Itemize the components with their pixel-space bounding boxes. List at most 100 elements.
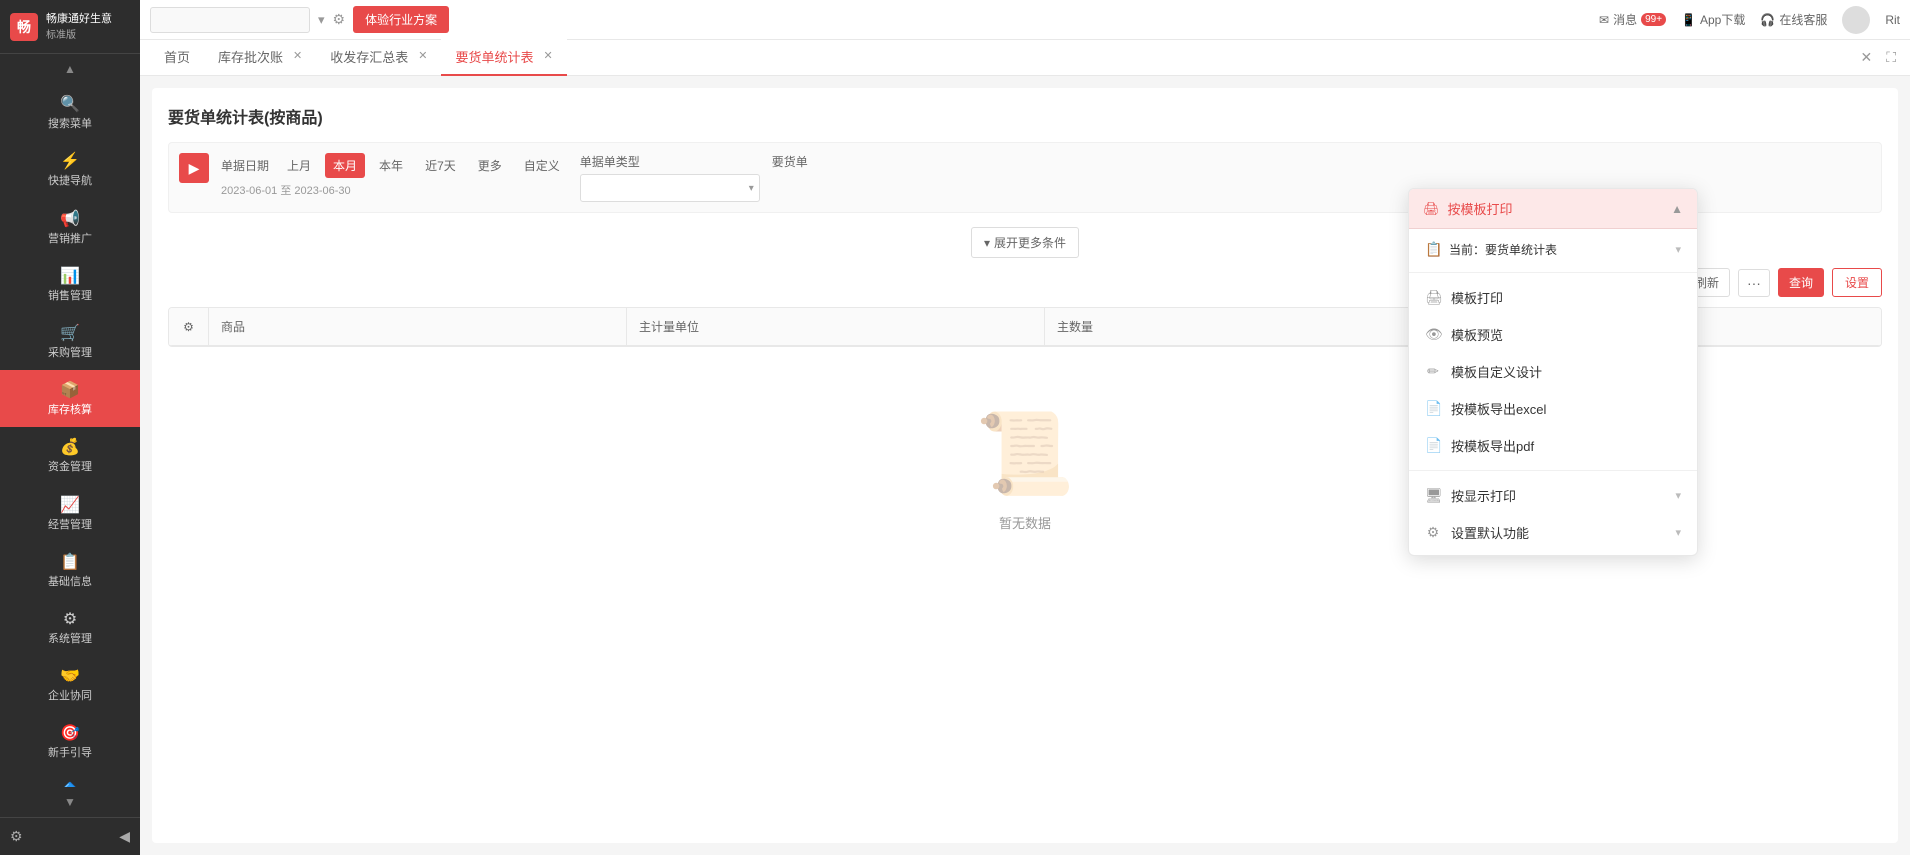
tab-close-window-btn[interactable]: ✕ xyxy=(1856,45,1876,70)
sidebar-item-app-center[interactable]: 🔷 应用中心 xyxy=(0,771,140,787)
scroll-up-btn[interactable]: ▲ xyxy=(60,58,80,80)
more-btn[interactable]: ··· xyxy=(1738,269,1770,297)
tab-label: 要货单统计表 xyxy=(455,47,533,66)
tab-close-btn[interactable]: ✕ xyxy=(418,51,427,62)
marketing-icon: 📢 xyxy=(60,209,80,229)
th-gear[interactable]: ⚙ xyxy=(169,308,209,345)
date-btn-last-month[interactable]: 上月 xyxy=(279,153,319,178)
tab-home-label: 首页 xyxy=(164,47,190,66)
date-filter-group: 单据日期 上月 本月 本年 近7天 更多 自定义 2023-06-01 至 20… xyxy=(221,153,568,198)
sidebar-item-purchase[interactable]: 🛒 采购管理 xyxy=(0,313,140,370)
topbar-dropdown-btn[interactable]: ▾ xyxy=(318,12,325,28)
sidebar-item-finance[interactable]: 💰 资金管理 xyxy=(0,427,140,484)
app-download-label: App下载 xyxy=(1700,11,1745,28)
scroll-down-btn[interactable]: ▼ xyxy=(60,791,80,813)
user-avatar[interactable] xyxy=(1842,6,1870,34)
date-filter-section: 单据日期 上月 本月 本年 近7天 更多 自定义 xyxy=(221,153,568,178)
sidebar-item-guide[interactable]: 🎯 新手引导 xyxy=(0,713,140,770)
sidebar-item-inventory[interactable]: 📦 库存核算 xyxy=(0,370,140,427)
sidebar-item-quick-nav[interactable]: ⚡ 快捷导航 xyxy=(0,141,140,198)
goods-filter-group: 要货单 xyxy=(772,153,812,170)
type-select[interactable] xyxy=(580,174,760,202)
settings-btn[interactable]: 设置 xyxy=(1832,268,1882,297)
sidebar-item-label: 采购管理 xyxy=(48,347,92,360)
th-goods: 商品 xyxy=(209,308,627,345)
filter-expand-btn[interactable]: ▶ xyxy=(179,153,209,183)
current-arrow: ▾ xyxy=(1675,243,1681,256)
app-info: 畅康通好生意 标准版 xyxy=(46,12,112,41)
main-area: ▾ ⚙ 体验行业方案 ✉ 消息 99+ 📱 App下载 🎧 在线客服 Rit xyxy=(140,0,1910,855)
online-service-label: 在线客服 xyxy=(1779,11,1827,28)
dropdown-item-label: 按模板导出pdf xyxy=(1451,436,1681,455)
sidebar-item-label: 系统管理 xyxy=(48,633,92,646)
dropdown-item-template-preview[interactable]: 👁 模板预览 xyxy=(1409,316,1697,353)
dropdown-item-set-default[interactable]: ⚙ 设置默认功能 ▾ xyxy=(1409,514,1697,551)
sidebar-footer: ⚙ ◀ xyxy=(0,817,140,855)
business-icon: 📈 xyxy=(60,495,80,515)
topbar-left: ▾ ⚙ 体验行业方案 xyxy=(150,6,1589,33)
export-excel-icon: 📄 xyxy=(1425,400,1441,417)
sidebar-item-label: 经营管理 xyxy=(48,519,92,532)
sidebar-item-label: 搜索菜单 xyxy=(48,118,92,131)
current-label: 当前：要货单统计表 xyxy=(1449,241,1557,258)
trial-btn[interactable]: 体验行业方案 xyxy=(353,6,449,33)
query-btn[interactable]: 查询 xyxy=(1778,268,1824,297)
sidebar-item-sales[interactable]: 📊 销售管理 xyxy=(0,256,140,313)
page-card: 要货单统计表(按商品) ▶ 单据日期 上月 本月 本年 近7天 更多 自定义 2… xyxy=(152,88,1898,843)
collab-icon: 🤝 xyxy=(60,666,80,686)
dropdown-item-export-excel[interactable]: 📄 按模板导出excel xyxy=(1409,390,1697,427)
purchase-icon: 🛒 xyxy=(60,323,80,343)
collapse-footer-btn[interactable]: ◀ xyxy=(119,828,130,845)
dropdown-title-label: 按模板打印 xyxy=(1448,199,1513,218)
sidebar-item-system[interactable]: ⚙ 系统管理 xyxy=(0,599,140,656)
online-service-btn[interactable]: 🎧 在线客服 xyxy=(1760,11,1827,28)
tab-inventory-batch[interactable]: 库存批次账 ✕ xyxy=(204,39,316,76)
dropdown-current-item: 📋 当前：要货单统计表 ▾ xyxy=(1409,233,1697,266)
search-nav-icon: 🔍 xyxy=(60,94,80,114)
settings-footer-btn[interactable]: ⚙ xyxy=(10,828,23,845)
date-btn-custom[interactable]: 自定义 xyxy=(516,153,568,178)
system-icon: ⚙ xyxy=(63,609,77,629)
dropdown-item-label: 按显示打印 xyxy=(1451,486,1665,505)
tab-expand-btn[interactable]: ⛶ xyxy=(1882,45,1900,70)
dropdown-item-label: 设置默认功能 xyxy=(1451,523,1665,542)
dropdown-item-template-print[interactable]: 🖨 模板打印 xyxy=(1409,279,1697,316)
th-unit: 主计量单位 xyxy=(627,308,1045,345)
sidebar-item-collab[interactable]: 🤝 企业协同 xyxy=(0,656,140,713)
tab-summary[interactable]: 收发存汇总表 ✕ xyxy=(316,39,441,76)
dropdown-item-export-pdf[interactable]: 📄 按模板导出pdf xyxy=(1409,427,1697,464)
topbar-gear-btn[interactable]: ⚙ xyxy=(333,11,346,28)
dropdown-collapse-btn[interactable]: ▲ xyxy=(1671,202,1683,216)
sidebar-item-marketing[interactable]: 📢 营销推广 xyxy=(0,199,140,256)
message-icon: ✉ xyxy=(1599,13,1609,27)
app-name: 畅康通好生意 xyxy=(46,12,112,26)
tab-goods-order[interactable]: 要货单统计表 ✕ xyxy=(441,39,566,76)
dropdown-item-label: 模板自定义设计 xyxy=(1451,362,1681,381)
set-default-icon: ⚙ xyxy=(1425,524,1441,541)
logo-icon: 畅 xyxy=(10,13,38,41)
sidebar-item-search[interactable]: 🔍 搜索菜单 xyxy=(0,84,140,141)
tab-home[interactable]: 首页 xyxy=(150,39,204,76)
sidebar-nav: 🔍 搜索菜单 ⚡ 快捷导航 📢 营销推广 📊 销售管理 🛒 采购管理 📦 库存核… xyxy=(0,84,140,787)
date-btn-more[interactable]: 更多 xyxy=(470,153,510,178)
service-icon: 🎧 xyxy=(1760,13,1775,27)
date-btn-7days[interactable]: 近7天 xyxy=(417,153,464,178)
app-download-btn[interactable]: 📱 App下载 xyxy=(1681,11,1745,28)
content-area: 要货单统计表(按商品) ▶ 单据日期 上月 本月 本年 近7天 更多 自定义 2… xyxy=(140,76,1910,855)
sidebar-item-label: 库存核算 xyxy=(48,404,92,417)
tab-close-active-btn[interactable]: ✕ xyxy=(544,51,553,62)
sidebar-item-label: 基础信息 xyxy=(48,576,92,589)
dropdown-item-display-print[interactable]: 🖥 按显示打印 ▾ xyxy=(1409,477,1697,514)
tab-close-btn[interactable]: ✕ xyxy=(293,51,302,62)
dropdown-item-template-design[interactable]: ✏ 模板自定义设计 xyxy=(1409,353,1697,390)
tabs-right-controls: ✕ ⛶ xyxy=(1856,45,1900,70)
dropdown-item-label: 模板预览 xyxy=(1451,325,1681,344)
date-btn-this-month[interactable]: 本月 xyxy=(325,153,365,178)
message-btn[interactable]: ✉ 消息 99+ xyxy=(1599,11,1666,28)
sidebar-item-business[interactable]: 📈 经营管理 xyxy=(0,485,140,542)
date-btn-this-year[interactable]: 本年 xyxy=(371,153,411,178)
topbar-search-input[interactable] xyxy=(150,7,310,33)
expand-conditions-btn[interactable]: ▾ 展开更多条件 xyxy=(971,227,1079,258)
sidebar-item-basic-info[interactable]: 📋 基础信息 xyxy=(0,542,140,599)
app-center-icon: 🔷 xyxy=(60,781,80,787)
